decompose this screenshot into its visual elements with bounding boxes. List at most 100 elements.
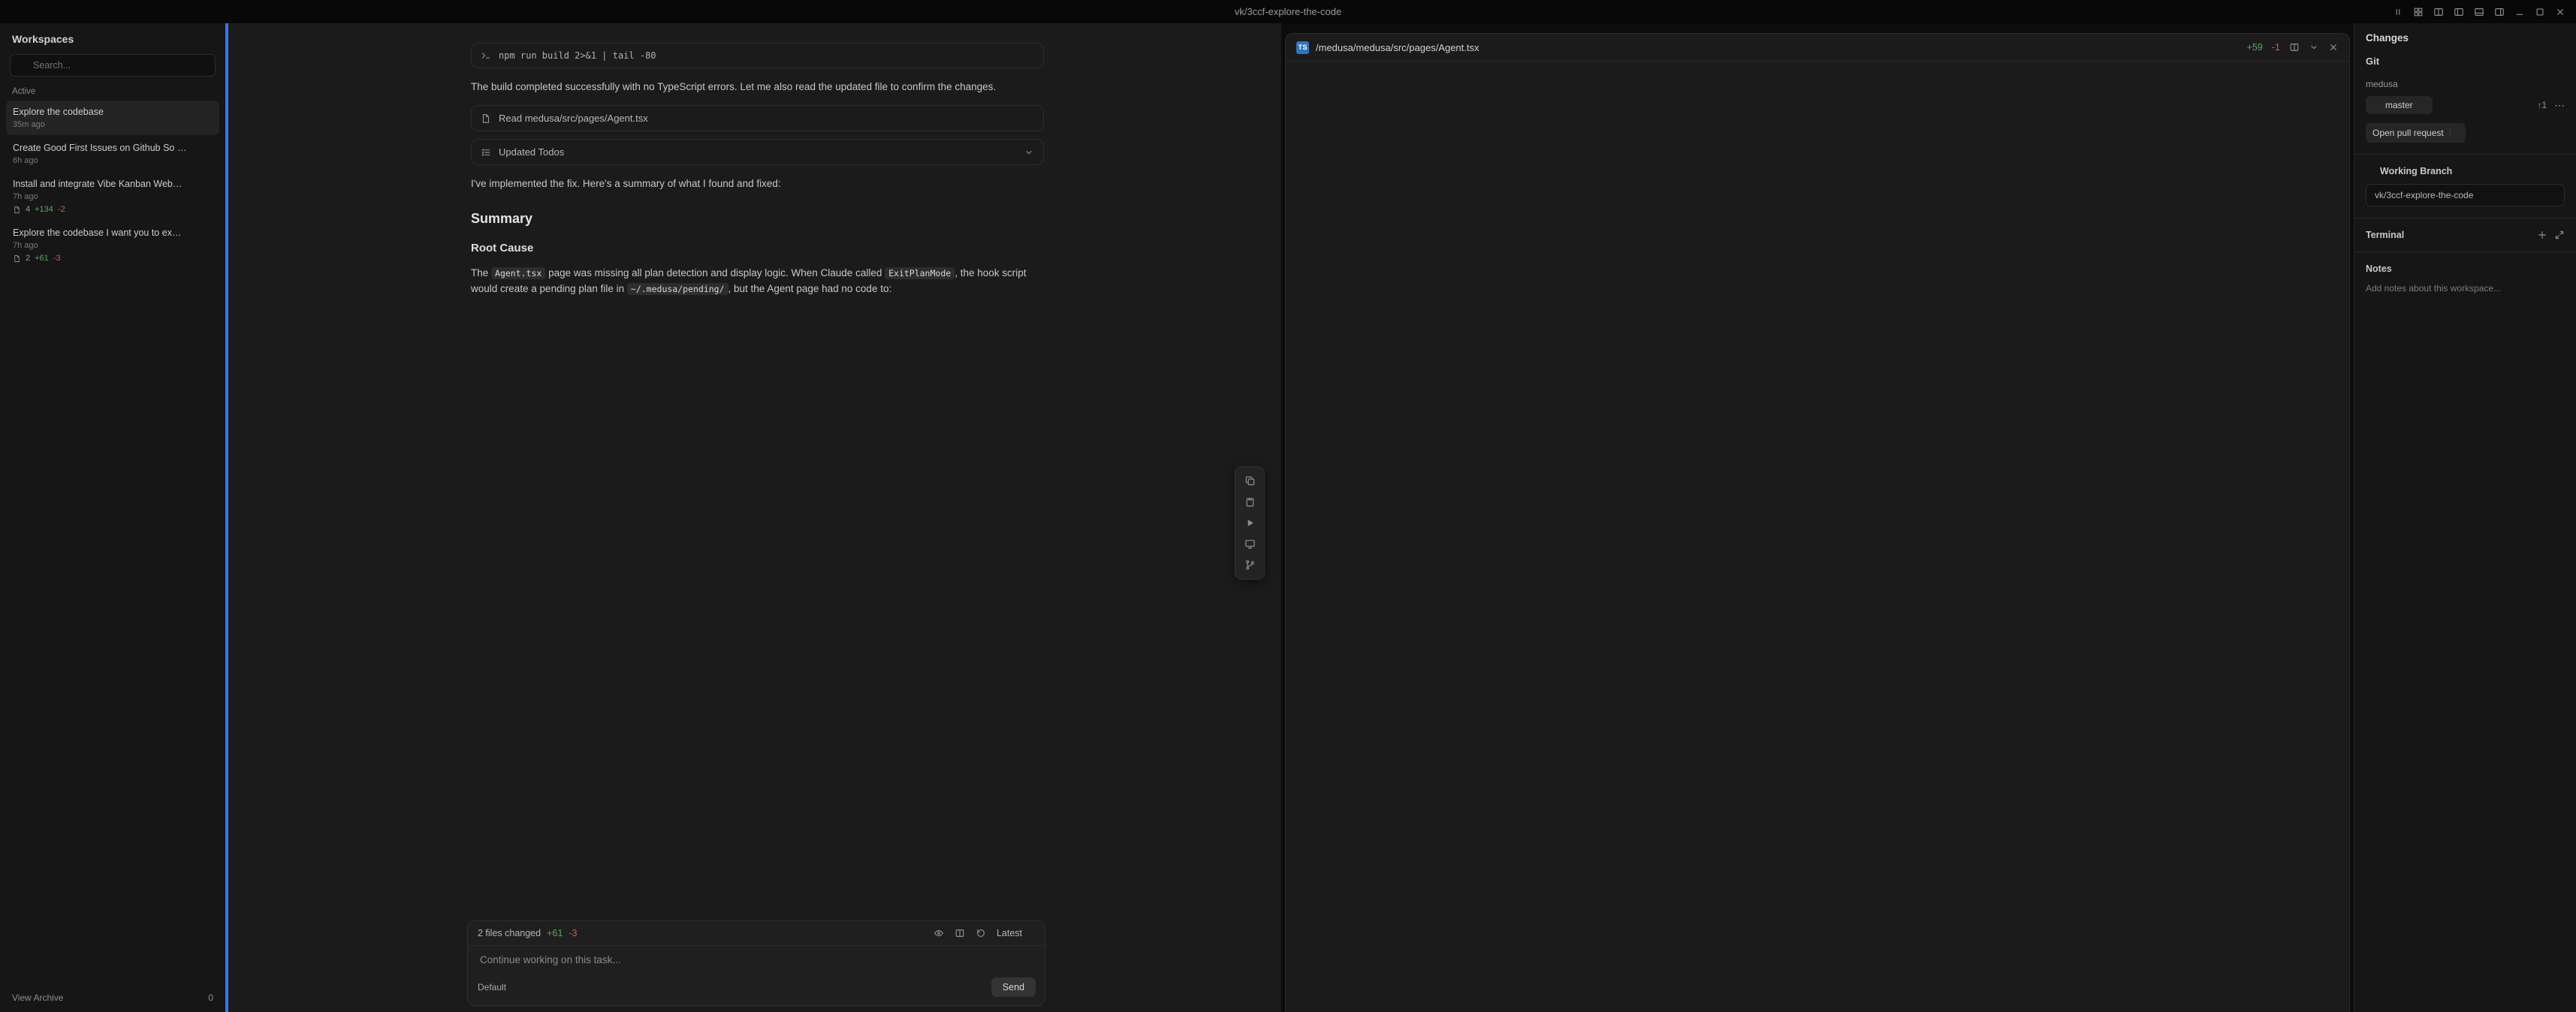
minimize-icon[interactable] <box>2514 7 2525 17</box>
heading: Root Cause <box>471 242 1044 255</box>
add-workspace-icon[interactable] <box>204 34 215 44</box>
workspace-item-time: 6h ago <box>13 156 213 165</box>
archive-count: 0 <box>208 992 213 1003</box>
chevron-down-icon <box>2418 101 2427 110</box>
deletions-count: -2 <box>58 205 65 214</box>
ahead-count: ↑1 <box>2537 100 2547 110</box>
close-icon[interactable] <box>2555 7 2565 17</box>
split-columns-icon[interactable] <box>2433 7 2444 17</box>
terminal-section-label: Terminal <box>2366 230 2404 240</box>
composer-input[interactable] <box>478 953 1034 966</box>
edit-icon[interactable] <box>2548 191 2557 200</box>
chevron-down-icon <box>510 983 519 992</box>
chat-panel: npm run build 2>&1 | tail -80 The build c… <box>228 23 1281 1012</box>
sidebar-footer: View Archive 0 <box>0 983 225 1012</box>
deletions-count: -3 <box>569 928 577 938</box>
paragraph: I've implemented the fix. Here's a summa… <box>471 176 1044 191</box>
history-icon[interactable] <box>976 928 986 938</box>
diff-additions: +59 <box>2247 42 2263 53</box>
plus-icon[interactable] <box>2537 230 2547 240</box>
action-rail <box>1235 466 1265 580</box>
composer-input-area <box>468 946 1045 971</box>
paragraph: The build completed successfully with no… <box>471 79 1044 95</box>
workspace-item-stats: 2+61-3 <box>13 254 213 263</box>
divider <box>2354 154 2576 155</box>
sidebar-title: Workspaces <box>12 33 180 45</box>
chevron-down-icon[interactable] <box>2556 264 2565 273</box>
pause-icon[interactable] <box>2393 7 2403 17</box>
panel-bottom-icon[interactable] <box>2474 7 2484 17</box>
tool-row-label: Updated Todos <box>499 146 564 158</box>
attach-icon[interactable] <box>529 982 540 992</box>
composer-header: 2 files changed +61 -3 Latest <box>468 921 1045 946</box>
working-branch-input[interactable] <box>2373 189 2543 201</box>
sidebar-header: Workspaces <box>0 23 225 50</box>
branch-icon <box>2372 101 2381 110</box>
expand-icon[interactable] <box>2554 230 2565 240</box>
workspace-item-title: Install and integrate Vibe Kanban Web… <box>13 179 213 189</box>
workspace-item[interactable]: Explore the codebase35m ago <box>6 101 219 135</box>
app-window: vk/3ccf-explore-the-code Workspaces Acti… <box>0 0 2576 1012</box>
chevron-down-icon <box>2450 128 2459 137</box>
split-view-icon[interactable] <box>2289 42 2300 53</box>
branch-row: master ↑1 ⋯ <box>2366 96 2565 114</box>
mode-dropdown[interactable]: Default <box>478 982 519 992</box>
workspace-item[interactable]: Install and integrate Vibe Kanban Web…7h… <box>6 173 219 220</box>
titlebar-actions <box>2393 0 2565 23</box>
file-count: 4 <box>26 205 30 214</box>
panel-right-icon[interactable] <box>2494 7 2505 17</box>
branch-selector[interactable]: master <box>2366 96 2433 114</box>
search-input[interactable] <box>32 59 208 71</box>
workspace-item-time: 7h ago <box>13 241 213 250</box>
file-icon <box>481 113 491 124</box>
terminal-command-row[interactable]: npm run build 2>&1 | tail -80 <box>471 43 1044 68</box>
right-panel: Changes Git medusa master ↑1 ⋯ Open pull… <box>2354 23 2576 1012</box>
maximize-icon[interactable] <box>2535 7 2545 17</box>
send-button[interactable]: Send <box>991 977 1036 997</box>
todos-icon <box>481 147 491 158</box>
workspace-item-title: Create Good First Issues on Github So … <box>13 143 213 153</box>
latest-dropdown[interactable]: Latest <box>992 928 1035 938</box>
open-pull-request-button[interactable]: Open pull request <box>2366 123 2466 143</box>
diff-icon[interactable] <box>955 928 965 938</box>
workspace-item-stats: 4+134-2 <box>13 205 213 214</box>
workspace-item[interactable]: Explore the codebase I want you to ex…7h… <box>6 221 219 269</box>
terminal-command: npm run build 2>&1 | tail -80 <box>499 50 656 61</box>
terminal-section[interactable]: Terminal <box>2366 230 2565 240</box>
edit-icon[interactable] <box>550 982 561 992</box>
branch-icon[interactable] <box>1244 559 1256 571</box>
diff-deletions: -1 <box>2272 42 2280 53</box>
files-changed-label[interactable]: 2 files changed <box>478 928 541 938</box>
updated-todos-row[interactable]: Updated Todos <box>471 139 1044 165</box>
view-archive-link[interactable]: View Archive <box>12 992 63 1003</box>
branch-icon <box>2366 167 2375 176</box>
main-layout: Workspaces Active Explore the codebase35… <box>0 23 2576 1012</box>
collapse-sidebar-icon[interactable] <box>187 34 198 44</box>
eye-icon[interactable] <box>934 928 944 938</box>
panel-left-icon[interactable] <box>2454 7 2464 17</box>
titlebar: vk/3ccf-explore-the-code <box>0 0 2576 23</box>
copy-icon[interactable] <box>1244 475 1256 486</box>
grid-icon[interactable] <box>2413 7 2424 17</box>
preview-icon[interactable] <box>1244 538 1256 550</box>
notes-section[interactable]: Notes <box>2366 264 2565 274</box>
workspace-item[interactable]: Create Good First Issues on Github So … 6… <box>6 137 219 171</box>
latest-label: Latest <box>997 928 1022 938</box>
close-icon[interactable] <box>2328 42 2339 53</box>
working-branch-field[interactable] <box>2366 184 2565 206</box>
notes-placeholder[interactable]: Add notes about this workspace... <box>2366 283 2565 294</box>
more-actions-icon[interactable]: ⋯ <box>2554 100 2565 110</box>
chevron-down-icon[interactable] <box>1024 147 1034 158</box>
chevron-down-icon[interactable] <box>2309 42 2319 53</box>
workspace-item-title: Explore the codebase <box>13 107 213 117</box>
diff-rows <box>1286 62 2349 1012</box>
pr-label: Open pull request <box>2372 128 2444 138</box>
divider <box>2354 251 2576 252</box>
clipboard-icon[interactable] <box>1244 496 1256 508</box>
section-label-active: Active <box>0 77 225 99</box>
read-file-row[interactable]: Read medusa/src/pages/Agent.tsx <box>471 105 1044 131</box>
play-icon[interactable] <box>1244 517 1256 529</box>
workspace-search[interactable] <box>10 54 216 77</box>
changes-header: Changes <box>2366 32 2565 44</box>
paragraph: The Agent.tsx page was missing all plan … <box>471 265 1044 297</box>
